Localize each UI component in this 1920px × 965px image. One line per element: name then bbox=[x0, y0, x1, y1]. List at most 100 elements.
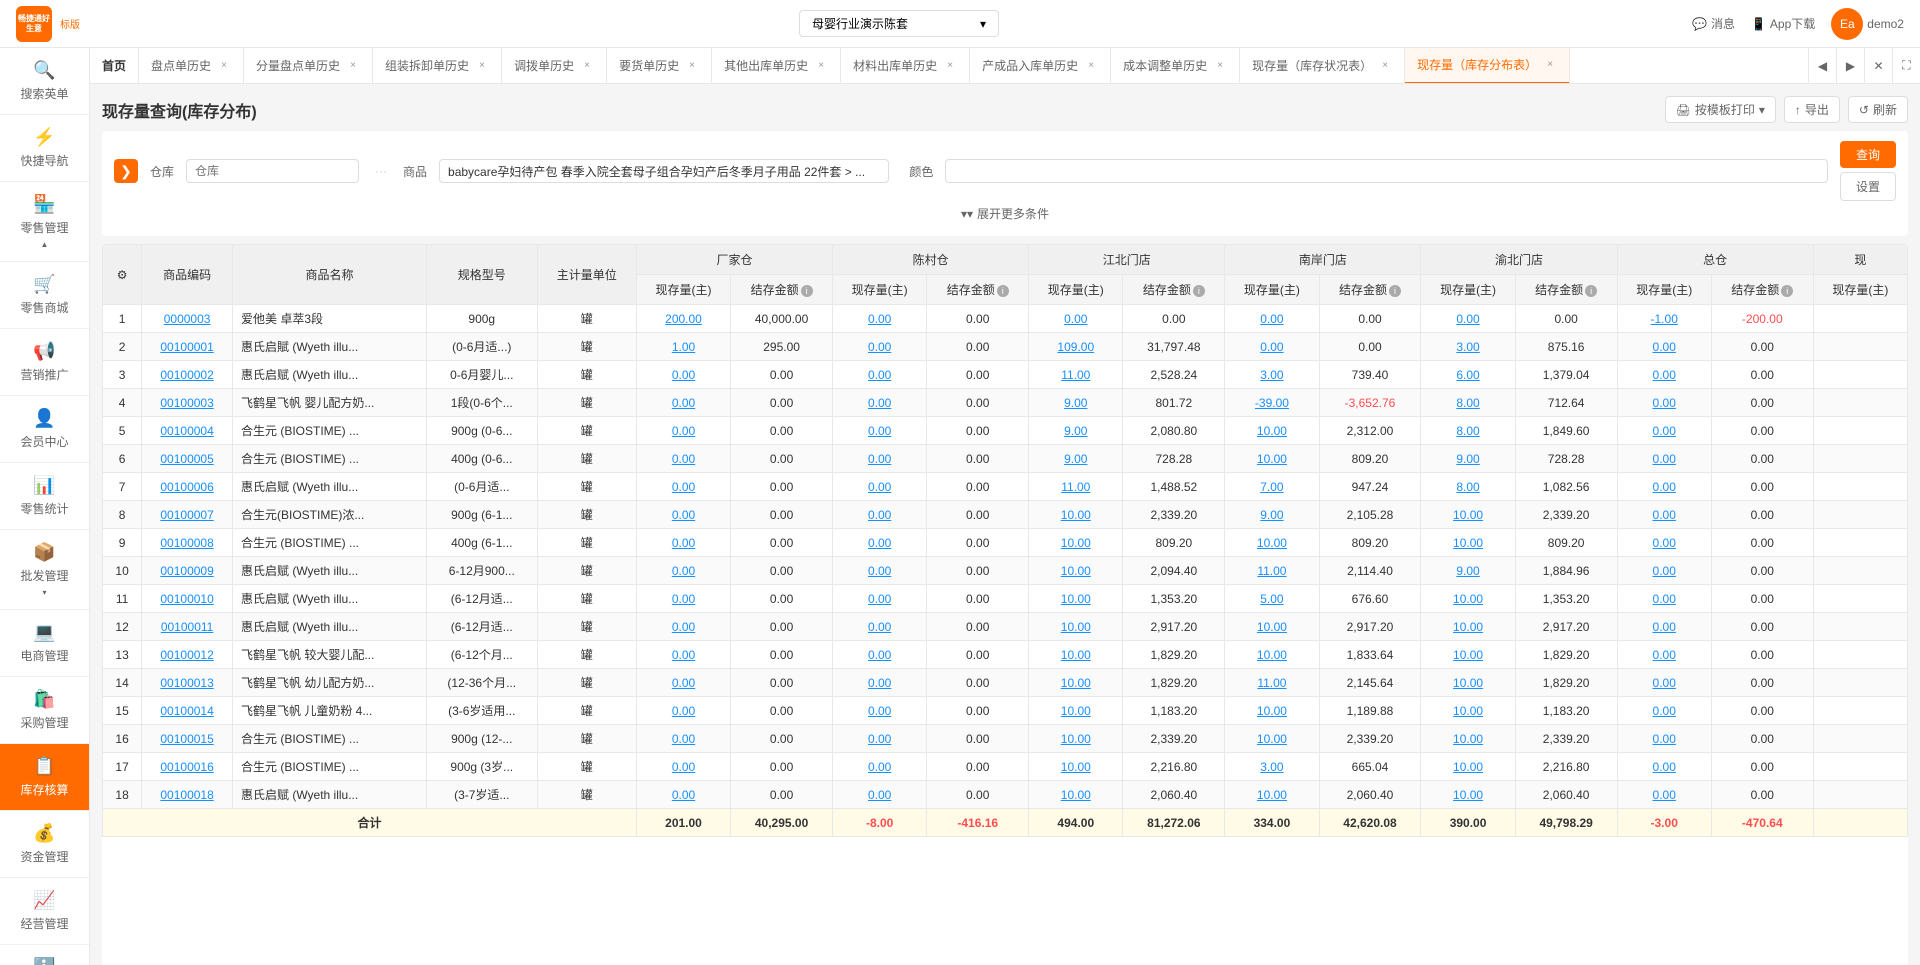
row-nanan-qty[interactable]: 10.00 bbox=[1225, 697, 1319, 725]
row-nanan-qty[interactable]: -39.00 bbox=[1225, 389, 1319, 417]
row-jiangbei-qty[interactable]: 9.00 bbox=[1029, 417, 1123, 445]
row-total-qty[interactable]: 0.00 bbox=[1617, 613, 1711, 641]
row-factory-qty[interactable]: 200.00 bbox=[636, 305, 730, 333]
sidebar-item-wholesale[interactable]: 📦 批发管理 ▾ bbox=[0, 530, 89, 610]
row-code[interactable]: 00100015 bbox=[142, 725, 233, 753]
row-nanan-qty[interactable]: 3.00 bbox=[1225, 361, 1319, 389]
row-chen-qty[interactable]: 0.00 bbox=[833, 585, 927, 613]
row-code[interactable]: 00100006 bbox=[142, 473, 233, 501]
tab-3-close[interactable]: × bbox=[475, 59, 489, 73]
expand-row[interactable]: ▾▾ 展开更多条件 bbox=[114, 201, 1896, 226]
tab-11-close[interactable]: × bbox=[1543, 58, 1557, 72]
row-yubei-qty[interactable]: 0.00 bbox=[1421, 305, 1515, 333]
row-yubei-qty[interactable]: 10.00 bbox=[1421, 753, 1515, 781]
jiangbei-amt-info-icon[interactable]: i bbox=[1193, 285, 1205, 297]
tab-9-close[interactable]: × bbox=[1213, 59, 1227, 73]
yubei-amt-info-icon[interactable]: i bbox=[1585, 285, 1597, 297]
sidebar-item-basic-info[interactable]: ℹ️ 基础信息 bbox=[0, 945, 89, 965]
row-chen-qty[interactable]: 0.00 bbox=[833, 529, 927, 557]
tab-2[interactable]: 分量盘点单历史 × bbox=[244, 48, 373, 84]
row-jiangbei-qty[interactable]: 9.00 bbox=[1029, 389, 1123, 417]
tab-prev-btn[interactable]: ◀ bbox=[1808, 48, 1836, 84]
row-total-qty[interactable]: 0.00 bbox=[1617, 669, 1711, 697]
row-jiangbei-qty[interactable]: 10.00 bbox=[1029, 585, 1123, 613]
row-nanan-qty[interactable]: 3.00 bbox=[1225, 753, 1319, 781]
row-jiangbei-qty[interactable]: 0.00 bbox=[1029, 305, 1123, 333]
row-total-qty[interactable]: 0.00 bbox=[1617, 389, 1711, 417]
row-code[interactable]: 00100003 bbox=[142, 389, 233, 417]
filter-arrow-btn[interactable]: ❯ bbox=[114, 159, 138, 183]
tab-11[interactable]: 现存量（库存分布表） × bbox=[1405, 48, 1570, 84]
row-code[interactable]: 0000003 bbox=[142, 305, 233, 333]
row-chen-qty[interactable]: 0.00 bbox=[833, 305, 927, 333]
row-jiangbei-qty[interactable]: 10.00 bbox=[1029, 501, 1123, 529]
tab-7-close[interactable]: × bbox=[943, 59, 957, 73]
row-nanan-qty[interactable]: 10.00 bbox=[1225, 725, 1319, 753]
row-nanan-qty[interactable]: 10.00 bbox=[1225, 445, 1319, 473]
row-code[interactable]: 00100011 bbox=[142, 613, 233, 641]
row-chen-qty[interactable]: 0.00 bbox=[833, 753, 927, 781]
row-total-qty[interactable]: 0.00 bbox=[1617, 753, 1711, 781]
row-yubei-qty[interactable]: 8.00 bbox=[1421, 389, 1515, 417]
row-chen-qty[interactable]: 0.00 bbox=[833, 501, 927, 529]
row-nanan-qty[interactable]: 7.00 bbox=[1225, 473, 1319, 501]
row-factory-qty[interactable]: 0.00 bbox=[636, 501, 730, 529]
row-code[interactable]: 00100007 bbox=[142, 501, 233, 529]
row-code[interactable]: 00100008 bbox=[142, 529, 233, 557]
row-jiangbei-qty[interactable]: 11.00 bbox=[1029, 361, 1123, 389]
row-jiangbei-qty[interactable]: 10.00 bbox=[1029, 753, 1123, 781]
row-factory-qty[interactable]: 0.00 bbox=[636, 781, 730, 809]
row-total-qty[interactable]: 0.00 bbox=[1617, 333, 1711, 361]
row-total-qty[interactable]: 0.00 bbox=[1617, 529, 1711, 557]
row-factory-qty[interactable]: 1.00 bbox=[636, 333, 730, 361]
row-chen-qty[interactable]: 0.00 bbox=[833, 697, 927, 725]
row-code[interactable]: 00100016 bbox=[142, 753, 233, 781]
row-code[interactable]: 00100010 bbox=[142, 585, 233, 613]
row-code[interactable]: 00100001 bbox=[142, 333, 233, 361]
row-nanan-qty[interactable]: 5.00 bbox=[1225, 585, 1319, 613]
row-chen-qty[interactable]: 0.00 bbox=[833, 669, 927, 697]
row-code[interactable]: 00100012 bbox=[142, 641, 233, 669]
row-jiangbei-qty[interactable]: 10.00 bbox=[1029, 529, 1123, 557]
row-code[interactable]: 00100004 bbox=[142, 417, 233, 445]
print-btn[interactable]: 🖨 按模板打印 ▾ bbox=[1665, 96, 1776, 123]
row-nanan-qty[interactable]: 9.00 bbox=[1225, 501, 1319, 529]
row-code[interactable]: 00100002 bbox=[142, 361, 233, 389]
tab-8-close[interactable]: × bbox=[1084, 59, 1098, 73]
row-jiangbei-qty[interactable]: 109.00 bbox=[1029, 333, 1123, 361]
tab-10-close[interactable]: × bbox=[1378, 59, 1392, 73]
row-nanan-qty[interactable]: 0.00 bbox=[1225, 333, 1319, 361]
row-yubei-qty[interactable]: 10.00 bbox=[1421, 725, 1515, 753]
sidebar-item-member[interactable]: 👤 会员中心 bbox=[0, 396, 89, 463]
message-btn[interactable]: 💬 消息 bbox=[1692, 15, 1735, 32]
row-yubei-qty[interactable]: 9.00 bbox=[1421, 557, 1515, 585]
factory-amt-info-icon[interactable]: i bbox=[801, 285, 813, 297]
row-factory-qty[interactable]: 0.00 bbox=[636, 389, 730, 417]
tab-1-close[interactable]: × bbox=[217, 59, 231, 73]
tab-next-btn[interactable]: ▶ bbox=[1836, 48, 1864, 84]
row-factory-qty[interactable]: 0.00 bbox=[636, 585, 730, 613]
goods-input[interactable] bbox=[439, 159, 889, 183]
tab-close-all-btn[interactable]: ✕ bbox=[1864, 48, 1892, 84]
warehouse-ellipsis[interactable]: ··· bbox=[371, 164, 391, 178]
tab-fullscreen-btn[interactable]: ⛶ bbox=[1892, 48, 1920, 84]
table-container[interactable]: ⚙ 商品编码 商品名称 规格型号 主计量单位 厂家仓 陈村仓 江北门店 南岸门店… bbox=[102, 244, 1908, 965]
row-total-qty[interactable]: 0.00 bbox=[1617, 725, 1711, 753]
row-code[interactable]: 00100018 bbox=[142, 781, 233, 809]
row-chen-qty[interactable]: 0.00 bbox=[833, 333, 927, 361]
row-factory-qty[interactable]: 0.00 bbox=[636, 697, 730, 725]
color-input[interactable] bbox=[945, 159, 1828, 183]
tab-home[interactable]: 首页 bbox=[90, 48, 139, 84]
sidebar-item-search[interactable]: 🔍 搜索英单 bbox=[0, 48, 89, 115]
row-total-qty[interactable]: 0.00 bbox=[1617, 473, 1711, 501]
row-jiangbei-qty[interactable]: 10.00 bbox=[1029, 697, 1123, 725]
tab-2-close[interactable]: × bbox=[346, 59, 360, 73]
row-nanan-qty[interactable]: 10.00 bbox=[1225, 641, 1319, 669]
row-factory-qty[interactable]: 0.00 bbox=[636, 557, 730, 585]
nanan-amt-info-icon[interactable]: i bbox=[1389, 285, 1401, 297]
row-yubei-qty[interactable]: 6.00 bbox=[1421, 361, 1515, 389]
row-total-qty[interactable]: 0.00 bbox=[1617, 417, 1711, 445]
row-yubei-qty[interactable]: 9.00 bbox=[1421, 445, 1515, 473]
refresh-btn[interactable]: ↺ 刷新 bbox=[1848, 96, 1908, 123]
app-download-btn[interactable]: 📱 App下载 bbox=[1751, 15, 1815, 32]
